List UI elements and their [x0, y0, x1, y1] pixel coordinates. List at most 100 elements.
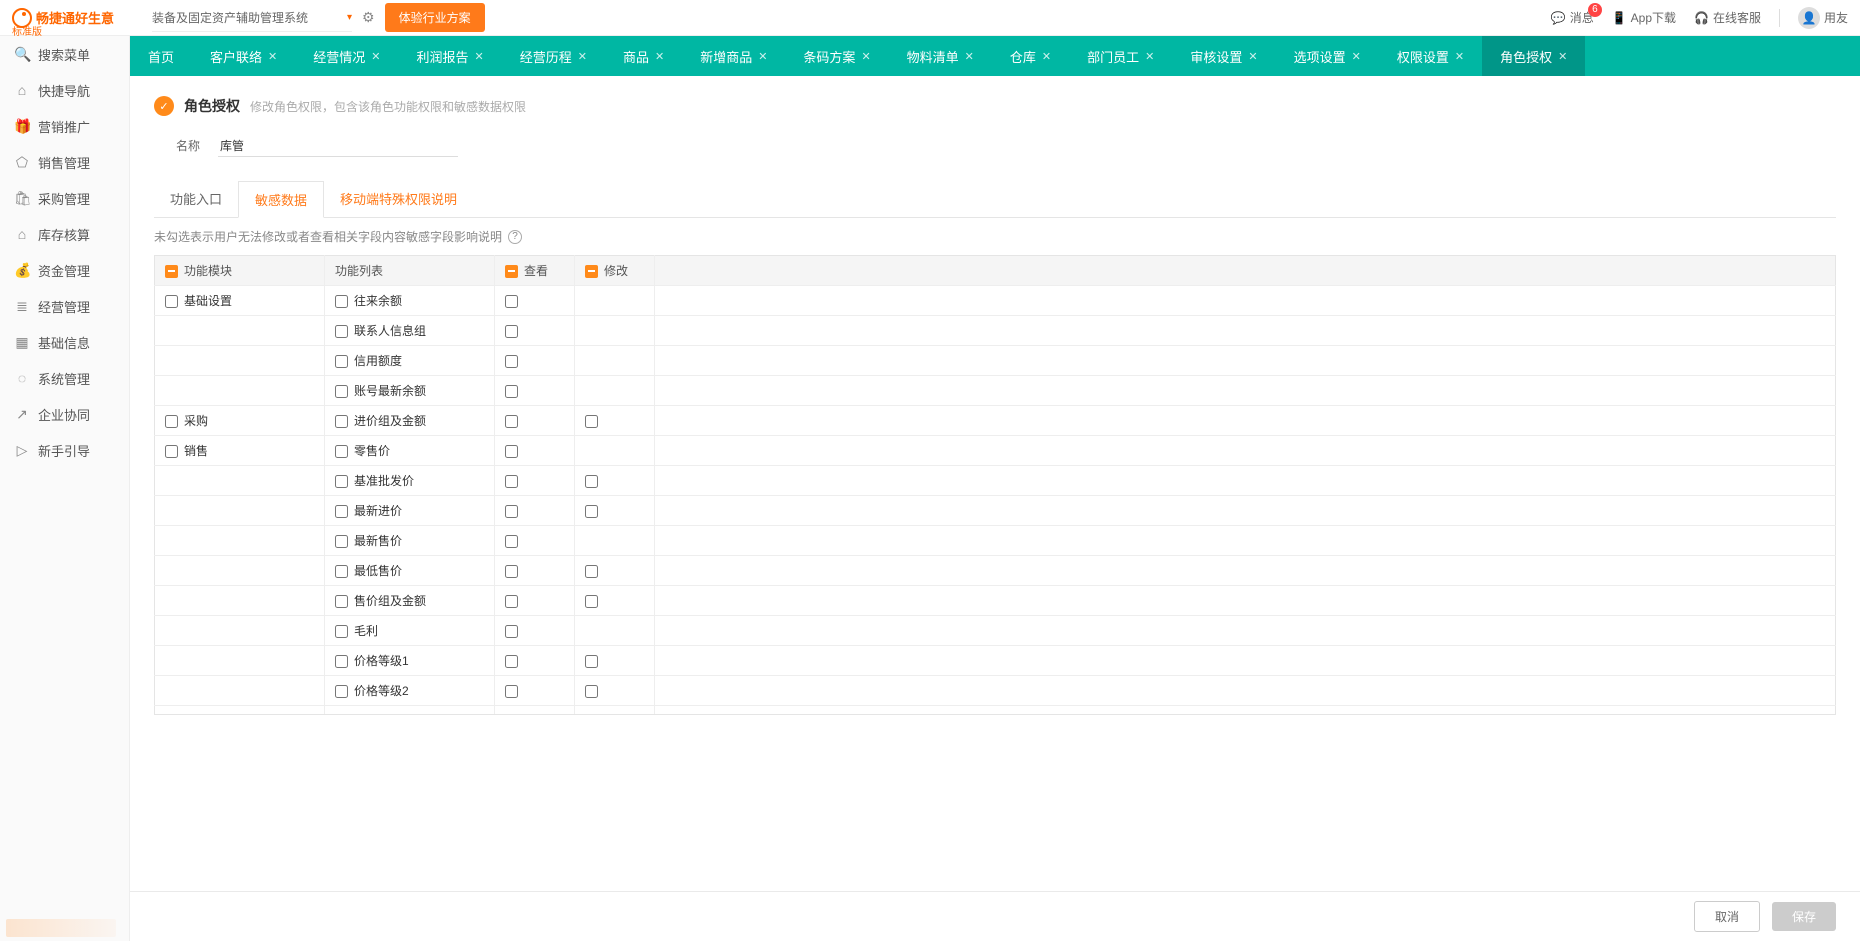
view-checkbox[interactable]: [505, 445, 518, 458]
sidebar-item-3[interactable]: ⬠销售管理: [0, 144, 129, 180]
view-checkbox[interactable]: [505, 475, 518, 488]
app-download-button[interactable]: 📱 App下载: [1612, 9, 1676, 26]
sidebar-item-9[interactable]: ◌系统管理: [0, 360, 129, 396]
edit-checkbox[interactable]: [585, 565, 598, 578]
view-checkbox[interactable]: [505, 535, 518, 548]
view-checkbox[interactable]: [505, 595, 518, 608]
edit-checkbox[interactable]: [585, 655, 598, 668]
view-checkbox[interactable]: [505, 505, 518, 518]
view-checkbox[interactable]: [505, 625, 518, 638]
subtab-function-entry[interactable]: 功能入口: [154, 181, 238, 217]
func-checkbox[interactable]: [335, 385, 348, 398]
header-checkbox-view[interactable]: [505, 265, 518, 278]
close-icon[interactable]: ✕: [578, 50, 587, 63]
tab-6[interactable]: 新增商品✕: [682, 36, 785, 76]
func-checkbox[interactable]: [335, 325, 348, 338]
tab-14[interactable]: 角色授权✕: [1482, 36, 1585, 76]
sidebar-item-5[interactable]: ⌂库存核算: [0, 216, 129, 252]
func-checkbox[interactable]: [335, 685, 348, 698]
close-icon[interactable]: ✕: [655, 50, 664, 63]
user-menu[interactable]: 👤 用友: [1798, 7, 1848, 29]
sidebar-item-4[interactable]: 🛍采购管理: [0, 180, 129, 216]
func-checkbox[interactable]: [335, 445, 348, 458]
view-checkbox[interactable]: [505, 685, 518, 698]
cancel-button[interactable]: 取消: [1694, 901, 1760, 932]
close-icon[interactable]: ✕: [965, 50, 974, 63]
sidebar-item-6[interactable]: 💰资金管理: [0, 252, 129, 288]
help-icon[interactable]: ?: [508, 230, 522, 244]
close-icon[interactable]: ✕: [1248, 50, 1257, 63]
edit-checkbox[interactable]: [585, 685, 598, 698]
tab-label: 利润报告: [416, 47, 468, 66]
system-selector[interactable]: 装备及固定资产辅助管理系统 ▾: [152, 4, 352, 32]
close-icon[interactable]: ✕: [475, 50, 484, 63]
func-checkbox[interactable]: [335, 505, 348, 518]
sidebar-icon: ⬠: [14, 154, 30, 171]
edit-checkbox[interactable]: [585, 415, 598, 428]
tab-1[interactable]: 客户联络✕: [192, 36, 295, 76]
permission-table-wrap[interactable]: 功能模块 功能列表 查看 修改 基础设置往来余额联系人信息组信用额度账号最新余额…: [154, 255, 1836, 715]
edit-checkbox[interactable]: [585, 505, 598, 518]
view-checkbox[interactable]: [505, 355, 518, 368]
view-checkbox[interactable]: [505, 655, 518, 668]
header-checkbox-module[interactable]: [165, 265, 178, 278]
edit-checkbox[interactable]: [585, 595, 598, 608]
close-icon[interactable]: ✕: [861, 50, 870, 63]
sidebar-item-10[interactable]: ↗企业协同: [0, 396, 129, 432]
func-checkbox[interactable]: [335, 595, 348, 608]
sidebar-item-1[interactable]: ⌂快捷导航: [0, 72, 129, 108]
tab-8[interactable]: 物料清单✕: [889, 36, 992, 76]
tab-2[interactable]: 经营情况✕: [295, 36, 398, 76]
func-checkbox[interactable]: [335, 295, 348, 308]
tab-12[interactable]: 选项设置✕: [1276, 36, 1379, 76]
func-checkbox[interactable]: [335, 415, 348, 428]
experience-plan-button[interactable]: 体验行业方案: [385, 3, 485, 32]
name-input[interactable]: [218, 134, 458, 157]
close-icon[interactable]: ✕: [1145, 50, 1154, 63]
close-icon[interactable]: ✕: [758, 50, 767, 63]
close-icon[interactable]: ✕: [268, 50, 277, 63]
sidebar-item-7[interactable]: ≣经营管理: [0, 288, 129, 324]
gear-icon[interactable]: ⚙: [362, 9, 375, 26]
tab-13[interactable]: 权限设置✕: [1379, 36, 1482, 76]
close-icon[interactable]: ✕: [371, 50, 380, 63]
close-icon[interactable]: ✕: [1042, 50, 1051, 63]
func-checkbox[interactable]: [335, 565, 348, 578]
tab-9[interactable]: 仓库✕: [992, 36, 1069, 76]
func-checkbox[interactable]: [335, 535, 348, 548]
subtab-mobile-permission[interactable]: 移动端特殊权限说明: [324, 181, 473, 217]
tab-3[interactable]: 利润报告 ✕: [398, 36, 501, 76]
module-checkbox[interactable]: [165, 295, 178, 308]
view-checkbox[interactable]: [505, 415, 518, 428]
module-checkbox[interactable]: [165, 415, 178, 428]
view-checkbox[interactable]: [505, 295, 518, 308]
tab-11[interactable]: 审核设置✕: [1172, 36, 1275, 76]
view-checkbox[interactable]: [505, 565, 518, 578]
online-service-button[interactable]: 🎧 在线客服: [1694, 9, 1761, 26]
close-icon[interactable]: ✕: [1455, 50, 1464, 63]
view-checkbox[interactable]: [505, 385, 518, 398]
tab-10[interactable]: 部门员工✕: [1069, 36, 1172, 76]
module-checkbox[interactable]: [165, 445, 178, 458]
subtab-sensitive-data[interactable]: 敏感数据: [238, 181, 324, 218]
func-checkbox[interactable]: [335, 475, 348, 488]
close-icon[interactable]: ✕: [1352, 50, 1361, 63]
view-checkbox[interactable]: [505, 325, 518, 338]
tab-4[interactable]: 经营历程✕: [502, 36, 605, 76]
message-button[interactable]: 💬 消息 6: [1551, 9, 1594, 26]
sidebar-item-0[interactable]: 🔍搜索菜单: [0, 36, 129, 72]
tab-0[interactable]: 首页: [130, 36, 192, 76]
save-button[interactable]: 保存: [1772, 902, 1836, 931]
header-checkbox-edit[interactable]: [585, 265, 598, 278]
func-checkbox[interactable]: [335, 655, 348, 668]
func-checkbox[interactable]: [335, 625, 348, 638]
edit-checkbox[interactable]: [585, 475, 598, 488]
sidebar-item-8[interactable]: ▦基础信息: [0, 324, 129, 360]
tab-7[interactable]: 条码方案✕: [785, 36, 888, 76]
sidebar-item-11[interactable]: ▷新手引导: [0, 432, 129, 468]
func-checkbox[interactable]: [335, 355, 348, 368]
tab-5[interactable]: 商品✕: [605, 36, 682, 76]
avatar-icon: 👤: [1798, 7, 1820, 29]
close-icon[interactable]: ✕: [1558, 50, 1567, 63]
sidebar-item-2[interactable]: 🎁营销推广: [0, 108, 129, 144]
